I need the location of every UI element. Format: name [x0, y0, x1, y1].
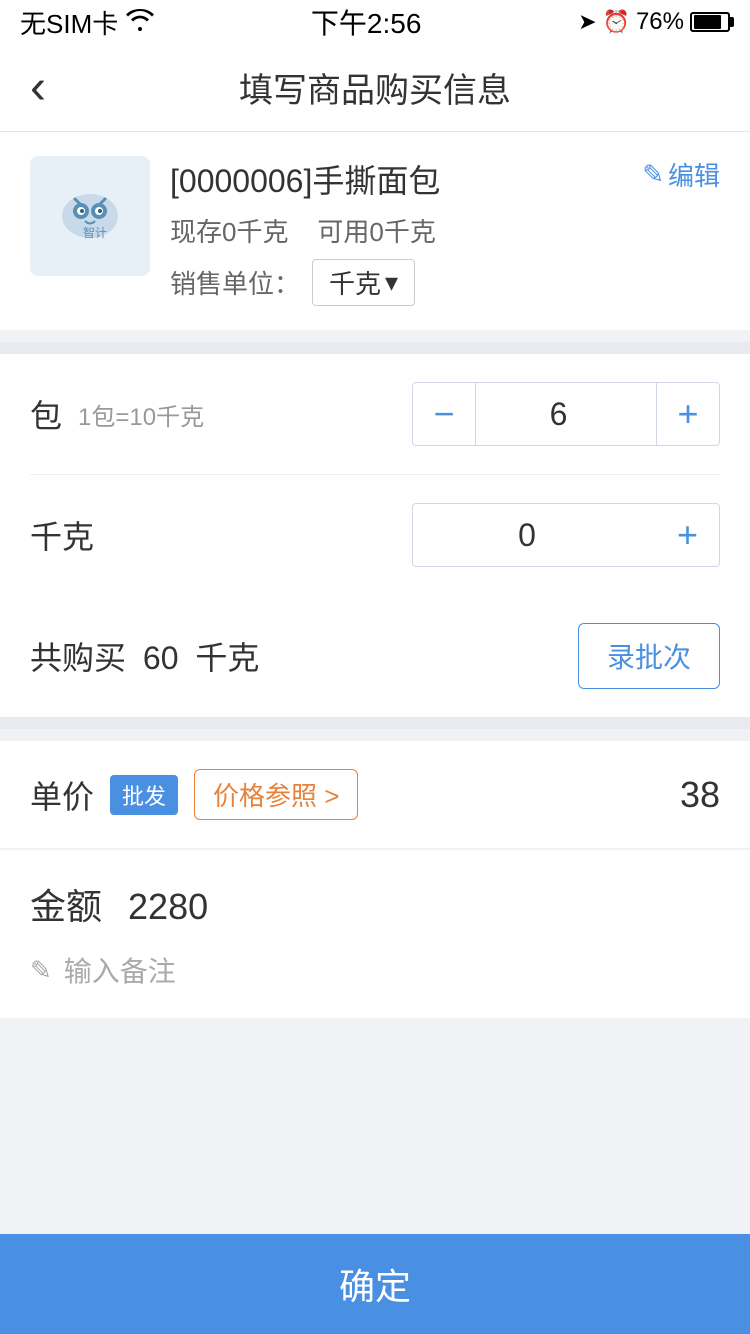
- product-card: 智计 [0000006]手撕面包 现存0千克 可用0千克 销售单位： 千克 ▾ …: [0, 132, 750, 330]
- input-section: 包 1包=10千克 − + 千克 +: [0, 354, 750, 595]
- total-text: 共购买 60 千克: [30, 633, 259, 679]
- back-button[interactable]: ‹: [30, 60, 46, 115]
- edit-icon: ✎: [642, 159, 664, 190]
- price-value: 38: [680, 774, 720, 816]
- location-icon: ➤: [578, 9, 596, 35]
- package-plus-button[interactable]: +: [656, 382, 720, 446]
- divider-1: [0, 342, 750, 354]
- nav-bar: ‹ 填写商品购买信息: [0, 44, 750, 132]
- remark-placeholder: 输入备注: [64, 950, 176, 990]
- divider-2: [0, 717, 750, 729]
- amount-section: 金额 2280 ✎ 输入备注: [0, 850, 750, 1018]
- svg-text:智计: 智计: [83, 225, 107, 240]
- package-row: 包 1包=10千克 − +: [30, 354, 720, 475]
- battery-icon: [690, 12, 730, 32]
- confirm-button[interactable]: 确定: [0, 1234, 750, 1334]
- product-unit-row: 销售单位： 千克 ▾: [170, 259, 720, 306]
- amount-value: 2280: [128, 886, 208, 927]
- page-title: 填写商品购买信息: [239, 63, 511, 112]
- product-info: [0000006]手撕面包 现存0千克 可用0千克 销售单位： 千克 ▾: [170, 156, 720, 306]
- package-label: 包 1包=10千克: [30, 391, 204, 437]
- status-left: 无SIM卡: [20, 4, 154, 41]
- total-amount: 60: [143, 640, 179, 676]
- product-stock: 现存0千克 可用0千克: [170, 212, 720, 249]
- package-hint: 1包=10千克: [78, 397, 204, 432]
- edit-button[interactable]: ✎ 编辑: [642, 156, 720, 193]
- status-bar: 无SIM卡 下午2:56 ➤ ⏰ 76%: [0, 0, 750, 44]
- package-minus-button[interactable]: −: [412, 382, 476, 446]
- total-section: 共购买 60 千克 录批次: [0, 595, 750, 717]
- carrier-text: 无SIM卡: [20, 4, 118, 41]
- kilogram-label: 千克: [30, 512, 94, 558]
- product-image: 智计: [30, 156, 150, 276]
- price-ref-button[interactable]: 价格参照 >: [194, 769, 358, 820]
- kilogram-row: 千克 +: [30, 475, 720, 595]
- kilogram-stepper: +: [412, 503, 720, 567]
- amount-row: 金额 2280: [30, 878, 720, 930]
- unit-select[interactable]: 千克 ▾: [312, 259, 415, 306]
- remark-row[interactable]: ✎ 输入备注: [30, 950, 720, 1018]
- price-section: 单价 批发 价格参照 > 38: [0, 741, 750, 848]
- pencil-icon: ✎: [30, 955, 52, 986]
- battery-percent: 76%: [636, 8, 684, 36]
- product-name: [0000006]手撕面包: [170, 156, 720, 202]
- kilogram-input[interactable]: [412, 503, 656, 567]
- status-right: ➤ ⏰ 76%: [578, 8, 730, 36]
- status-time: 下午2:56: [311, 2, 422, 42]
- wifi-icon: [126, 7, 154, 38]
- package-input[interactable]: [476, 382, 656, 446]
- price-label: 单价: [30, 772, 94, 818]
- kilogram-plus-button[interactable]: +: [656, 503, 720, 567]
- batch-button[interactable]: 录批次: [578, 623, 720, 689]
- package-stepper: − +: [412, 382, 720, 446]
- product-logo: 智计: [55, 181, 125, 251]
- chevron-down-icon: ▾: [385, 267, 398, 298]
- alarm-icon: ⏰: [603, 9, 630, 35]
- price-tag: 批发: [110, 775, 178, 815]
